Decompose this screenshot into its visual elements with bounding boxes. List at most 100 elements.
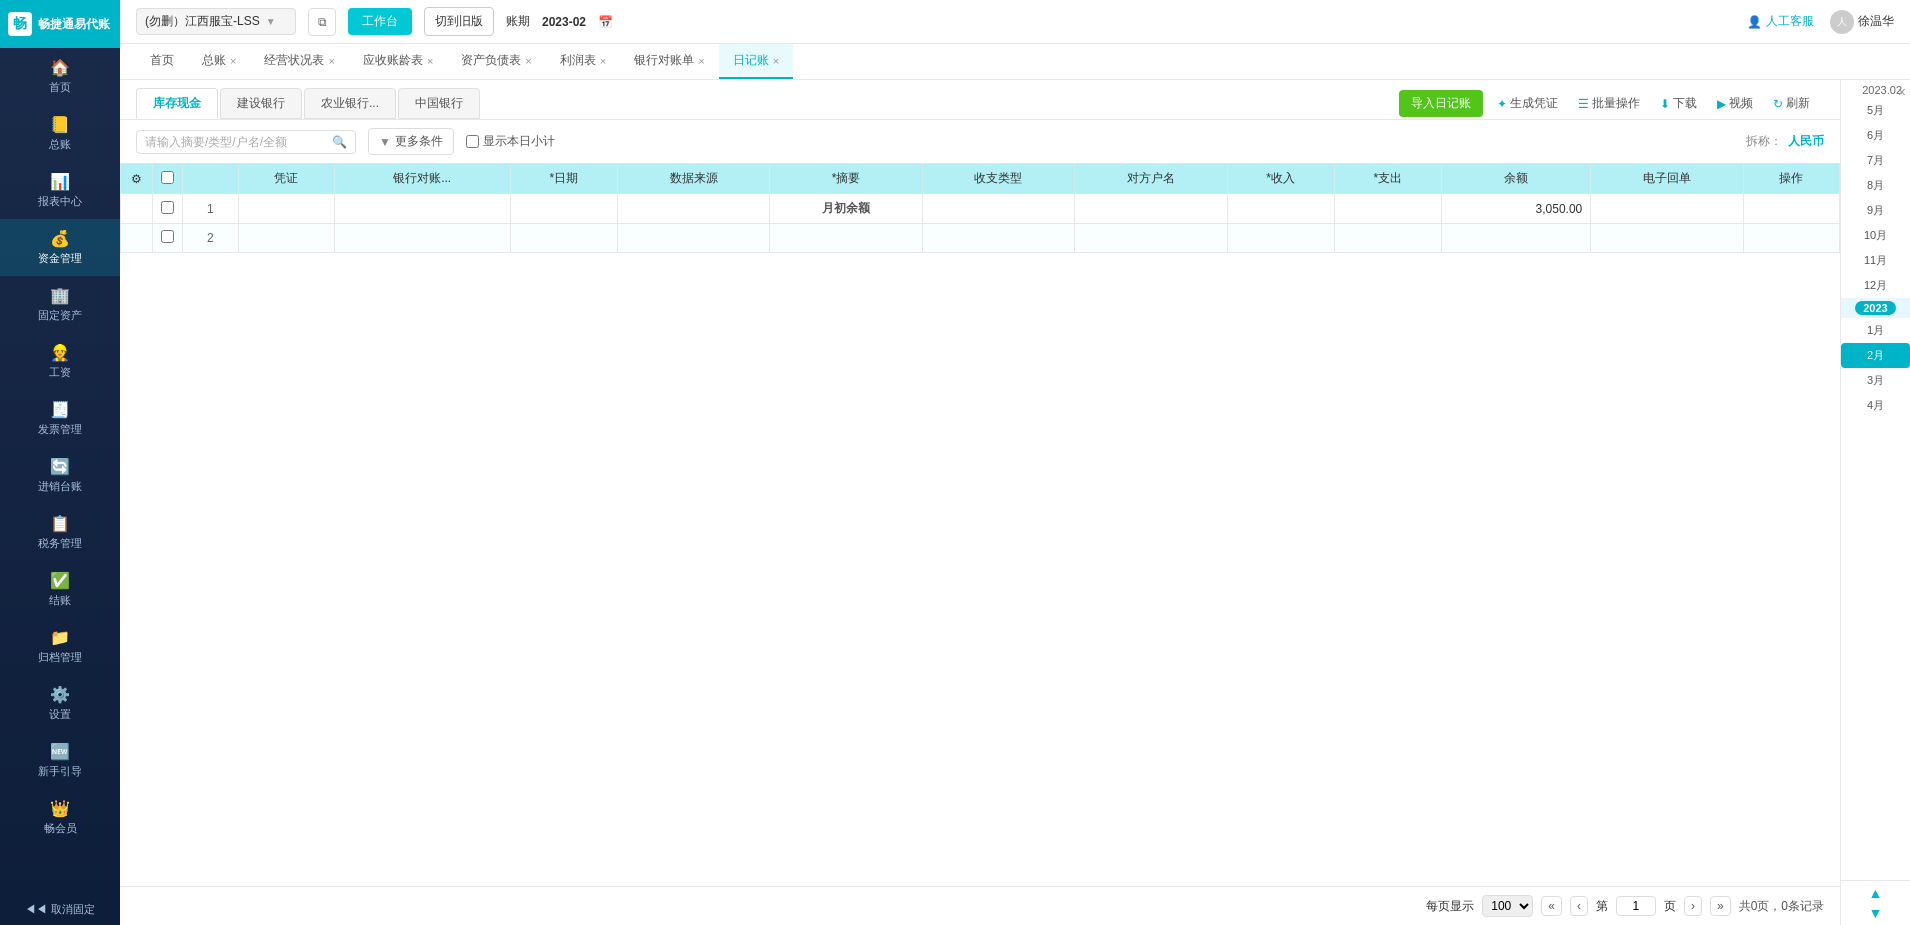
- tab-journal[interactable]: 日记账 ×: [719, 44, 793, 79]
- sidebar-item-ledger[interactable]: 📒 总账: [0, 105, 120, 162]
- subtab-cash[interactable]: 库存现金: [136, 88, 218, 119]
- import-journal-button[interactable]: 导入日记账: [1399, 90, 1483, 117]
- month-item-3[interactable]: 3月: [1841, 368, 1910, 393]
- td-checkbox[interactable]: [153, 194, 183, 224]
- sidebar-item-archive[interactable]: 📁 归档管理: [0, 618, 120, 675]
- search-input[interactable]: [145, 135, 326, 149]
- batch-operation-button[interactable]: ☰ 批量操作: [1572, 92, 1646, 115]
- sidebar-item-tax[interactable]: 📋 税务管理: [0, 504, 120, 561]
- sidebar-item-invoice[interactable]: 🧾 发票管理: [0, 390, 120, 447]
- tab-bank-reconcile-close[interactable]: ×: [698, 55, 704, 67]
- tab-bank-reconcile[interactable]: 银行对账单 ×: [620, 44, 718, 79]
- sidebar-item-salary[interactable]: 👷 工资: [0, 333, 120, 390]
- logo[interactable]: 畅 畅捷通易代账: [0, 0, 120, 48]
- th-bank-reconcile: 银行对账...: [334, 164, 510, 194]
- first-page-button[interactable]: «: [1541, 896, 1562, 916]
- th-checkbox[interactable]: [153, 164, 183, 194]
- next-page-button[interactable]: ›: [1684, 896, 1702, 916]
- company-selector[interactable]: (勿删）江西服宝-LSS ▼: [136, 8, 296, 35]
- tab-receivable-close[interactable]: ×: [427, 55, 433, 67]
- month-item-11[interactable]: 11月: [1841, 248, 1910, 273]
- subtab-ccb[interactable]: 建设银行: [220, 88, 302, 119]
- tab-assets-close[interactable]: ×: [525, 55, 531, 67]
- th-counterparty: 对方户名: [1075, 164, 1227, 194]
- prev-page-button[interactable]: ‹: [1570, 896, 1588, 916]
- subtab-cash-label: 库存现金: [153, 96, 201, 110]
- workbench-button[interactable]: 工作台: [348, 8, 412, 35]
- sidebar-item-purchase[interactable]: 🔄 进销台账: [0, 447, 120, 504]
- month-item-12[interactable]: 12月: [1841, 273, 1910, 298]
- generate-voucher-button[interactable]: ✦ 生成凭证: [1491, 92, 1564, 115]
- month-item-10[interactable]: 10月: [1841, 223, 1910, 248]
- last-page-button[interactable]: »: [1710, 896, 1731, 916]
- month-item-1[interactable]: 1月: [1841, 318, 1910, 343]
- user-name: 徐温华: [1858, 13, 1894, 30]
- month-item-9[interactable]: 9月: [1841, 198, 1910, 223]
- asset-icon: 🏢: [50, 286, 70, 305]
- tab-business-close[interactable]: ×: [328, 55, 334, 67]
- currency-value[interactable]: 人民币: [1788, 133, 1824, 150]
- td-checkbox[interactable]: [153, 224, 183, 253]
- salary-icon: 👷: [50, 343, 70, 362]
- tab-profit-close[interactable]: ×: [600, 55, 606, 67]
- old-version-button[interactable]: 切到旧版: [424, 7, 494, 36]
- month-item-5[interactable]: 5月: [1841, 98, 1910, 123]
- refresh-button[interactable]: ↻ 刷新: [1767, 92, 1816, 115]
- sidebar-item-close[interactable]: ✅ 结账: [0, 561, 120, 618]
- month-item-6[interactable]: 6月: [1841, 123, 1910, 148]
- tab-receivable[interactable]: 应收账龄表 ×: [349, 44, 447, 79]
- search-box[interactable]: 🔍: [136, 130, 356, 154]
- tab-assets[interactable]: 资产负债表 ×: [447, 44, 545, 79]
- date-panel-close-button[interactable]: ×: [1898, 84, 1906, 100]
- sidebar-item-finance[interactable]: 💰 资金管理: [0, 219, 120, 276]
- sidebar-item-asset[interactable]: 🏢 固定资产: [0, 276, 120, 333]
- td-action[interactable]: [1743, 224, 1839, 253]
- more-filter-button[interactable]: ▼ 更多条件: [368, 128, 454, 155]
- prev-period-label: 2023.02: [1862, 84, 1902, 96]
- sidebar-item-label: 资金管理: [38, 251, 82, 266]
- sidebar-item-label: 新手引导: [38, 764, 82, 779]
- th-electronic: 电子回单: [1591, 164, 1743, 194]
- topbar-right: 👤 人工客服 人 徐温华: [1747, 10, 1894, 34]
- sidebar-item-guide[interactable]: 🆕 新手引导: [0, 732, 120, 789]
- daily-total-check[interactable]: [466, 135, 479, 148]
- sidebar-item-settings[interactable]: ⚙️ 设置: [0, 675, 120, 732]
- show-daily-total-checkbox[interactable]: 显示本日小计: [466, 133, 555, 150]
- month-item-2[interactable]: 2月: [1841, 343, 1910, 368]
- subtab-abc[interactable]: 农业银行...: [304, 88, 396, 119]
- date-panel-up-button[interactable]: ▲: [1869, 885, 1883, 901]
- search-icon[interactable]: 🔍: [332, 135, 347, 149]
- month-item-8[interactable]: 8月: [1841, 173, 1910, 198]
- tab-journal-close[interactable]: ×: [773, 55, 779, 67]
- th-settings[interactable]: ⚙: [121, 164, 153, 194]
- sidebar-item-home[interactable]: 🏠 首页: [0, 48, 120, 105]
- unpin-button[interactable]: ◀◀ 取消固定: [0, 894, 120, 925]
- tab-profit[interactable]: 利润表 ×: [546, 44, 620, 79]
- tab-ledger-close[interactable]: ×: [230, 55, 236, 67]
- sidebar-item-member[interactable]: 👑 畅会员: [0, 789, 120, 846]
- copy-button[interactable]: ⧉: [308, 8, 336, 36]
- video-button[interactable]: ▶ 视频: [1711, 92, 1759, 115]
- tab-ledger[interactable]: 总账 ×: [188, 44, 250, 79]
- tab-business[interactable]: 经营状况表 ×: [250, 44, 348, 79]
- subtab-boc[interactable]: 中国银行: [398, 88, 480, 119]
- period-edit-icon[interactable]: 📅: [598, 15, 613, 29]
- total-records: 共0页，0条记录: [1739, 898, 1824, 915]
- tab-home[interactable]: 首页: [136, 44, 188, 79]
- td-electronic: [1591, 224, 1743, 253]
- td-action[interactable]: [1743, 194, 1839, 224]
- row-checkbox[interactable]: [161, 201, 174, 214]
- download-button[interactable]: ⬇ 下载: [1654, 92, 1703, 115]
- page-number-input[interactable]: [1616, 896, 1656, 916]
- month-item-7[interactable]: 7月: [1841, 148, 1910, 173]
- date-panel-down-button[interactable]: ▼: [1869, 905, 1883, 921]
- per-page-select[interactable]: 100 20 50 200: [1482, 895, 1533, 917]
- month-item-4[interactable]: 4月: [1841, 393, 1910, 418]
- row-checkbox[interactable]: [161, 230, 174, 243]
- table-header-row: ⚙ 凭证 银行对账... *日期 数据来源 *摘要 收支类型 对方户名 *收入 …: [121, 164, 1840, 194]
- service-button[interactable]: 👤 人工客服: [1747, 13, 1814, 30]
- member-icon: 👑: [50, 799, 70, 818]
- select-all-checkbox[interactable]: [161, 171, 174, 184]
- sidebar-item-report[interactable]: 📊 报表中心: [0, 162, 120, 219]
- user-menu[interactable]: 人 徐温华: [1830, 10, 1894, 34]
